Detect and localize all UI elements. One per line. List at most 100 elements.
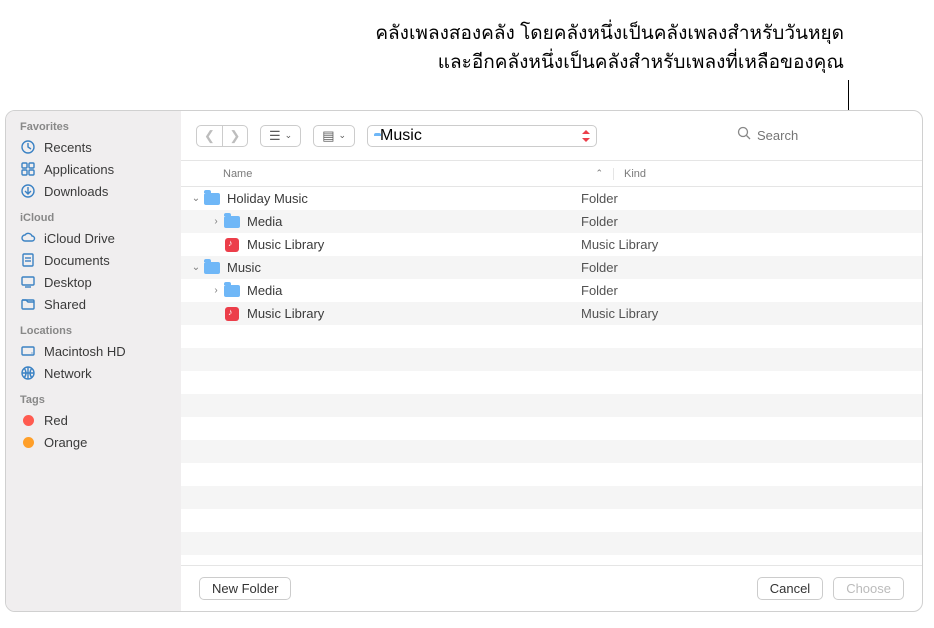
sidebar-item-label: Applications [44, 162, 114, 177]
bottom-bar: New Folder Cancel Choose [181, 565, 922, 611]
file-kind: Music Library [571, 306, 922, 321]
tag-icon [20, 434, 36, 450]
sidebar-item-label: Documents [44, 253, 110, 268]
cancel-button[interactable]: Cancel [757, 577, 823, 600]
annotation-line1: คลังเพลงสองคลัง โดยคลังหนึ่งเป็นคลังเพลง… [375, 20, 844, 49]
empty-row [181, 486, 922, 509]
disclosure-triangle-icon[interactable]: › [209, 285, 223, 296]
file-kind: Music Library [571, 237, 922, 252]
sidebar-item-label: Macintosh HD [44, 344, 126, 359]
sidebar-item-label: iCloud Drive [44, 231, 115, 246]
sidebar-item-label: Network [44, 366, 92, 381]
sidebar: Favorites Recents Applications Downloads i… [6, 111, 181, 611]
annotation-text: คลังเพลงสองคลัง โดยคลังหนึ่งเป็นคลังเพลง… [375, 20, 844, 77]
search-box[interactable] [737, 126, 907, 145]
sidebar-item-label: Shared [44, 297, 86, 312]
sidebar-item-icloud-drive[interactable]: iCloud Drive [6, 227, 181, 249]
disclosure-triangle-icon[interactable]: › [209, 216, 223, 227]
disclosure-triangle-icon[interactable]: ⌄ [189, 262, 203, 273]
sidebar-item-desktop[interactable]: Desktop [6, 271, 181, 293]
list-icon: ☰ [269, 128, 281, 144]
file-kind: Folder [571, 283, 922, 298]
chevron-right-icon: ❯ [230, 128, 241, 144]
shared-icon [20, 296, 36, 312]
location-label: Music [380, 127, 422, 145]
file-kind: Folder [571, 260, 922, 275]
disclosure-triangle-icon[interactable]: ⌄ [189, 193, 203, 204]
sidebar-item-network[interactable]: Network [6, 362, 181, 384]
search-input[interactable] [757, 128, 887, 143]
sidebar-item-documents[interactable]: Documents [6, 249, 181, 271]
finder-window: Favorites Recents Applications Downloads i… [5, 110, 923, 612]
choose-button[interactable]: Choose [833, 577, 904, 600]
file-row[interactable]: ›MediaFolder [181, 210, 922, 233]
sidebar-item-shared[interactable]: Shared [6, 293, 181, 315]
file-name: Holiday Music [227, 191, 308, 206]
sort-indicator-icon: ⌃ [595, 168, 603, 179]
sidebar-item-applications[interactable]: Applications [6, 158, 181, 180]
file-name: Media [247, 283, 282, 298]
sidebar-item-red[interactable]: Red [6, 409, 181, 431]
folder-icon [223, 285, 241, 297]
main-pane: ❮ ❯ ☰ ⌄ ▤ ⌄ Music [181, 111, 922, 611]
empty-row [181, 348, 922, 371]
empty-row [181, 325, 922, 348]
sidebar-item-macintosh-hd[interactable]: Macintosh HD [6, 340, 181, 362]
nav-buttons: ❮ ❯ [196, 125, 248, 147]
toolbar: ❮ ❯ ☰ ⌄ ▤ ⌄ Music [181, 111, 922, 161]
new-folder-button[interactable]: New Folder [199, 577, 291, 600]
sidebar-item-recents[interactable]: Recents [6, 136, 181, 158]
group-options-button[interactable]: ▤ ⌄ [313, 125, 355, 147]
column-header-name[interactable]: Name ⌃ [223, 168, 613, 180]
sidebar-item-downloads[interactable]: Downloads [6, 180, 181, 202]
file-row[interactable]: Music LibraryMusic Library [181, 233, 922, 256]
back-button[interactable]: ❮ [196, 125, 222, 147]
folder-icon [203, 262, 221, 274]
chevron-down-icon: ⌄ [339, 130, 347, 141]
sidebar-item-orange[interactable]: Orange [6, 431, 181, 453]
folder-icon [203, 193, 221, 205]
file-row[interactable]: ⌄Holiday MusicFolder [181, 187, 922, 210]
sidebar-heading-locations: Locations [6, 319, 181, 340]
empty-row [181, 555, 922, 565]
desktop-icon [20, 274, 36, 290]
sidebar-heading-icloud: iCloud [6, 206, 181, 227]
sidebar-heading-tags: Tags [6, 388, 181, 409]
file-kind: Folder [571, 214, 922, 229]
forward-button[interactable]: ❯ [222, 125, 248, 147]
music-library-icon [223, 307, 241, 321]
clock-icon [20, 139, 36, 155]
sidebar-item-label: Desktop [44, 275, 92, 290]
download-icon [20, 183, 36, 199]
chevron-down-icon: ⌄ [285, 130, 293, 141]
view-options-button[interactable]: ☰ ⌄ [260, 125, 301, 147]
doc-icon [20, 252, 36, 268]
sidebar-item-label: Red [44, 413, 68, 428]
sidebar-heading-favorites: Favorites [6, 115, 181, 136]
empty-row [181, 371, 922, 394]
empty-row [181, 394, 922, 417]
file-row[interactable]: › Media Folder [181, 279, 922, 302]
empty-row [181, 509, 922, 532]
music-library-icon [223, 238, 241, 252]
location-dropdown[interactable]: Music [367, 125, 597, 147]
file-name: Music Library [247, 306, 324, 321]
sidebar-item-label: Recents [44, 140, 92, 155]
column-headers: Name ⌃ Kind [181, 161, 922, 187]
grid-icon: ▤ [322, 128, 334, 144]
sidebar-item-label: Orange [44, 435, 87, 450]
updown-icon [580, 129, 592, 143]
file-row[interactable]: ⌄MusicFolder [181, 256, 922, 279]
sidebar-item-label: Downloads [44, 184, 108, 199]
column-header-kind[interactable]: Kind [613, 168, 922, 180]
empty-row [181, 440, 922, 463]
empty-row [181, 463, 922, 486]
file-row[interactable]: Music Library Music Library [181, 302, 922, 325]
chevron-left-icon: ❮ [204, 128, 215, 144]
tag-icon [20, 412, 36, 428]
empty-row [181, 417, 922, 440]
hd-icon [20, 343, 36, 359]
empty-row [181, 532, 922, 555]
cloud-icon [20, 230, 36, 246]
folder-icon [223, 216, 241, 228]
